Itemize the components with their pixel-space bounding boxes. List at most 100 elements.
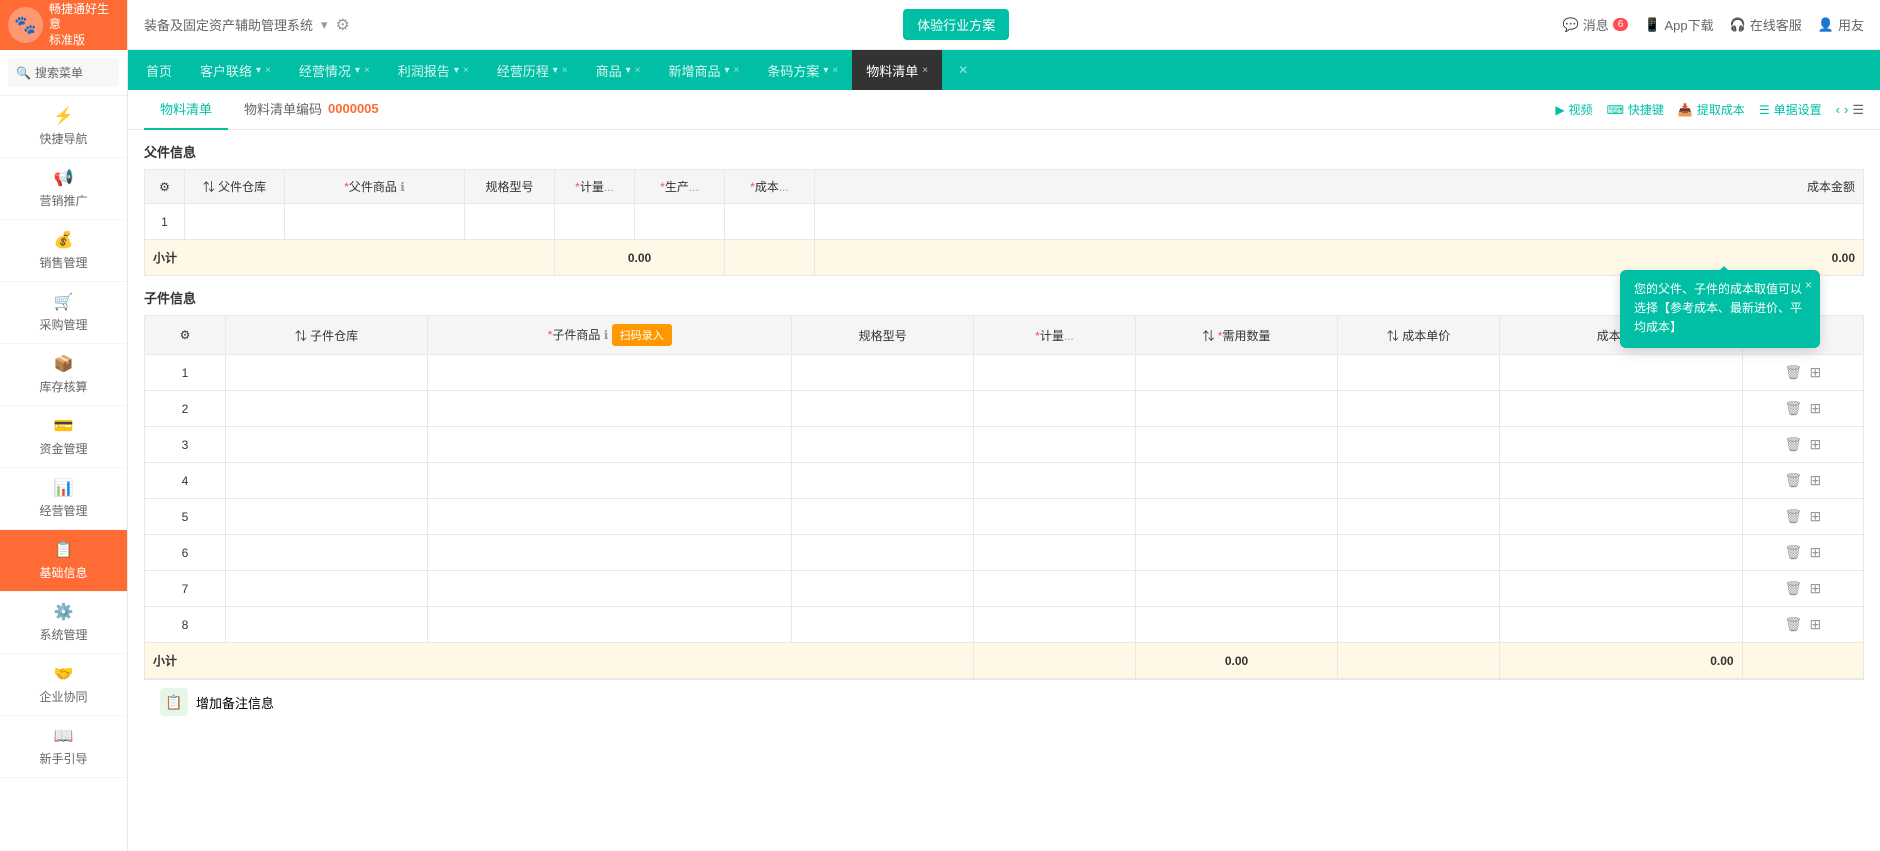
child-product-cell[interactable] xyxy=(428,463,792,499)
child-unit-cell[interactable] xyxy=(974,355,1136,391)
delete-icon[interactable]: 🗑 xyxy=(1784,580,1802,596)
tab-bom[interactable]: 物料清单 × xyxy=(852,50,942,90)
child-unit-price-cell[interactable] xyxy=(1338,535,1500,571)
child-product-cell[interactable] xyxy=(428,355,792,391)
child-unit-cell[interactable] xyxy=(974,535,1136,571)
delete-icon[interactable]: 🗑 xyxy=(1784,616,1802,632)
sidebar-item-purchase[interactable]: 🛒 采购管理 xyxy=(0,282,127,344)
copy-icon[interactable]: ⊞ xyxy=(1810,472,1822,488)
sub-tab-bom-code[interactable]: 物料清单编码 0000005 xyxy=(228,90,395,130)
search-menu-button[interactable]: 🔍 搜索菜单 xyxy=(8,58,119,87)
tab-new-goods[interactable]: 新增商品 ▾ × xyxy=(654,50,753,90)
child-unit-cell[interactable] xyxy=(974,463,1136,499)
toolbar-extract-cost[interactable]: 📥 提取成本 xyxy=(1678,101,1745,118)
close-all-tabs[interactable]: ✕ xyxy=(958,63,968,77)
copy-icon[interactable]: ⊞ xyxy=(1810,580,1822,596)
child-warehouse-cell[interactable] xyxy=(225,607,427,643)
delete-icon[interactable]: 🗑 xyxy=(1784,400,1802,416)
toolbar-view[interactable]: ▶ 视频 xyxy=(1555,101,1592,118)
sidebar-item-system[interactable]: ⚙️ 系统管理 xyxy=(0,592,127,654)
delete-icon[interactable]: 🗑 xyxy=(1784,508,1802,524)
tab-operation[interactable]: 经营情况 ▾ × xyxy=(285,50,384,90)
child-unit-price-cell[interactable] xyxy=(1338,499,1500,535)
child-warehouse-cell[interactable] xyxy=(225,355,427,391)
child-qty-cell[interactable] xyxy=(1135,427,1337,463)
tab-profit[interactable]: 利润报告 ▾ × xyxy=(384,50,483,90)
tab-history-close[interactable]: × xyxy=(562,65,568,76)
tab-operation-close[interactable]: × xyxy=(364,65,370,76)
child-warehouse-cell[interactable] xyxy=(225,427,427,463)
child-unit-cell[interactable] xyxy=(974,499,1136,535)
child-spec-cell[interactable] xyxy=(792,607,974,643)
child-unit-price-cell[interactable] xyxy=(1338,391,1500,427)
copy-icon[interactable]: ⊞ xyxy=(1810,400,1822,416)
child-warehouse-cell[interactable] xyxy=(225,463,427,499)
child-unit-price-cell[interactable] xyxy=(1338,463,1500,499)
child-spec-cell[interactable] xyxy=(792,427,974,463)
parent-product-cell[interactable] xyxy=(285,204,465,240)
online-service-item[interactable]: 🎧 在线客服 xyxy=(1730,15,1802,34)
tab-home[interactable]: 首页 xyxy=(132,50,186,90)
tab-goods-close[interactable]: × xyxy=(635,65,641,76)
sidebar-item-finance[interactable]: 💳 资金管理 xyxy=(0,406,127,468)
child-col-settings-icon[interactable]: ⚙ xyxy=(180,328,191,342)
child-unit-cell[interactable] xyxy=(974,571,1136,607)
delete-icon[interactable]: 🗑 xyxy=(1784,544,1802,560)
tooltip-close[interactable]: × xyxy=(1805,276,1812,295)
child-spec-cell[interactable] xyxy=(792,391,974,427)
child-unit-price-cell[interactable] xyxy=(1338,427,1500,463)
prev-arrow[interactable]: ‹ xyxy=(1836,102,1840,118)
tab-profit-close[interactable]: × xyxy=(463,65,469,76)
child-unit-price-cell[interactable] xyxy=(1338,607,1500,643)
tab-goods[interactable]: 商品 ▾ × xyxy=(582,50,655,90)
sidebar-item-sales[interactable]: 💰 销售管理 xyxy=(0,220,127,282)
child-warehouse-cell[interactable] xyxy=(225,391,427,427)
child-unit-cell[interactable] xyxy=(974,427,1136,463)
app-download-item[interactable]: 📱 App下载 xyxy=(1644,15,1713,34)
parent-cost-cell[interactable] xyxy=(725,204,815,240)
trial-button[interactable]: 体验行业方案 xyxy=(903,9,1009,40)
child-qty-cell[interactable] xyxy=(1135,535,1337,571)
child-spec-cell[interactable] xyxy=(792,571,974,607)
child-qty-cell[interactable] xyxy=(1135,607,1337,643)
delete-icon[interactable]: 🗑 xyxy=(1784,364,1802,380)
add-note-icon[interactable]: 📋 xyxy=(160,688,188,716)
sidebar-item-cooperation[interactable]: 🤝 企业协同 xyxy=(0,654,127,716)
tab-new-goods-close[interactable]: × xyxy=(734,65,740,76)
child-spec-cell[interactable] xyxy=(792,355,974,391)
sidebar-item-inventory[interactable]: 📦 库存核算 xyxy=(0,344,127,406)
parent-spec-cell[interactable] xyxy=(465,204,555,240)
child-warehouse-cell[interactable] xyxy=(225,535,427,571)
copy-icon[interactable]: ⊞ xyxy=(1810,616,1822,632)
parent-warehouse-cell[interactable] xyxy=(185,204,285,240)
parent-unit-cell[interactable] xyxy=(555,204,635,240)
child-unit-cell[interactable] xyxy=(974,607,1136,643)
tab-barcode[interactable]: 条码方案 ▾ × xyxy=(753,50,852,90)
child-spec-cell[interactable] xyxy=(792,463,974,499)
sidebar-item-operations[interactable]: 📊 经营管理 xyxy=(0,468,127,530)
child-product-cell[interactable] xyxy=(428,499,792,535)
child-product-cell[interactable] xyxy=(428,571,792,607)
toolbar-single-settings[interactable]: ☰ 单据设置 xyxy=(1759,101,1822,118)
toolbar-shortcut[interactable]: ⌨ 快捷键 xyxy=(1607,101,1664,118)
tab-customer[interactable]: 客户联络 ▾ × xyxy=(186,50,285,90)
delete-icon[interactable]: 🗑 xyxy=(1784,436,1802,452)
child-product-cell[interactable] xyxy=(428,535,792,571)
child-qty-cell[interactable] xyxy=(1135,571,1337,607)
tab-barcode-close[interactable]: × xyxy=(832,65,838,76)
sidebar-item-marketing[interactable]: 📢 营销推广 xyxy=(0,158,127,220)
tab-history[interactable]: 经营历程 ▾ × xyxy=(483,50,582,90)
child-unit-price-cell[interactable] xyxy=(1338,355,1500,391)
message-item[interactable]: 💬 消息 6 xyxy=(1563,15,1629,34)
child-qty-cell[interactable] xyxy=(1135,463,1337,499)
menu-icon[interactable]: ☰ xyxy=(1852,102,1864,118)
child-unit-price-cell[interactable] xyxy=(1338,571,1500,607)
tab-customer-close[interactable]: × xyxy=(265,65,271,76)
parent-prod-cell[interactable] xyxy=(635,204,725,240)
copy-icon[interactable]: ⊞ xyxy=(1810,544,1822,560)
child-unit-cell[interactable] xyxy=(974,391,1136,427)
next-arrow[interactable]: › xyxy=(1844,102,1848,118)
col-settings-icon[interactable]: ⚙ xyxy=(159,180,170,194)
copy-icon[interactable]: ⊞ xyxy=(1810,436,1822,452)
scan-input-button[interactable]: 扫码录入 xyxy=(612,324,672,346)
